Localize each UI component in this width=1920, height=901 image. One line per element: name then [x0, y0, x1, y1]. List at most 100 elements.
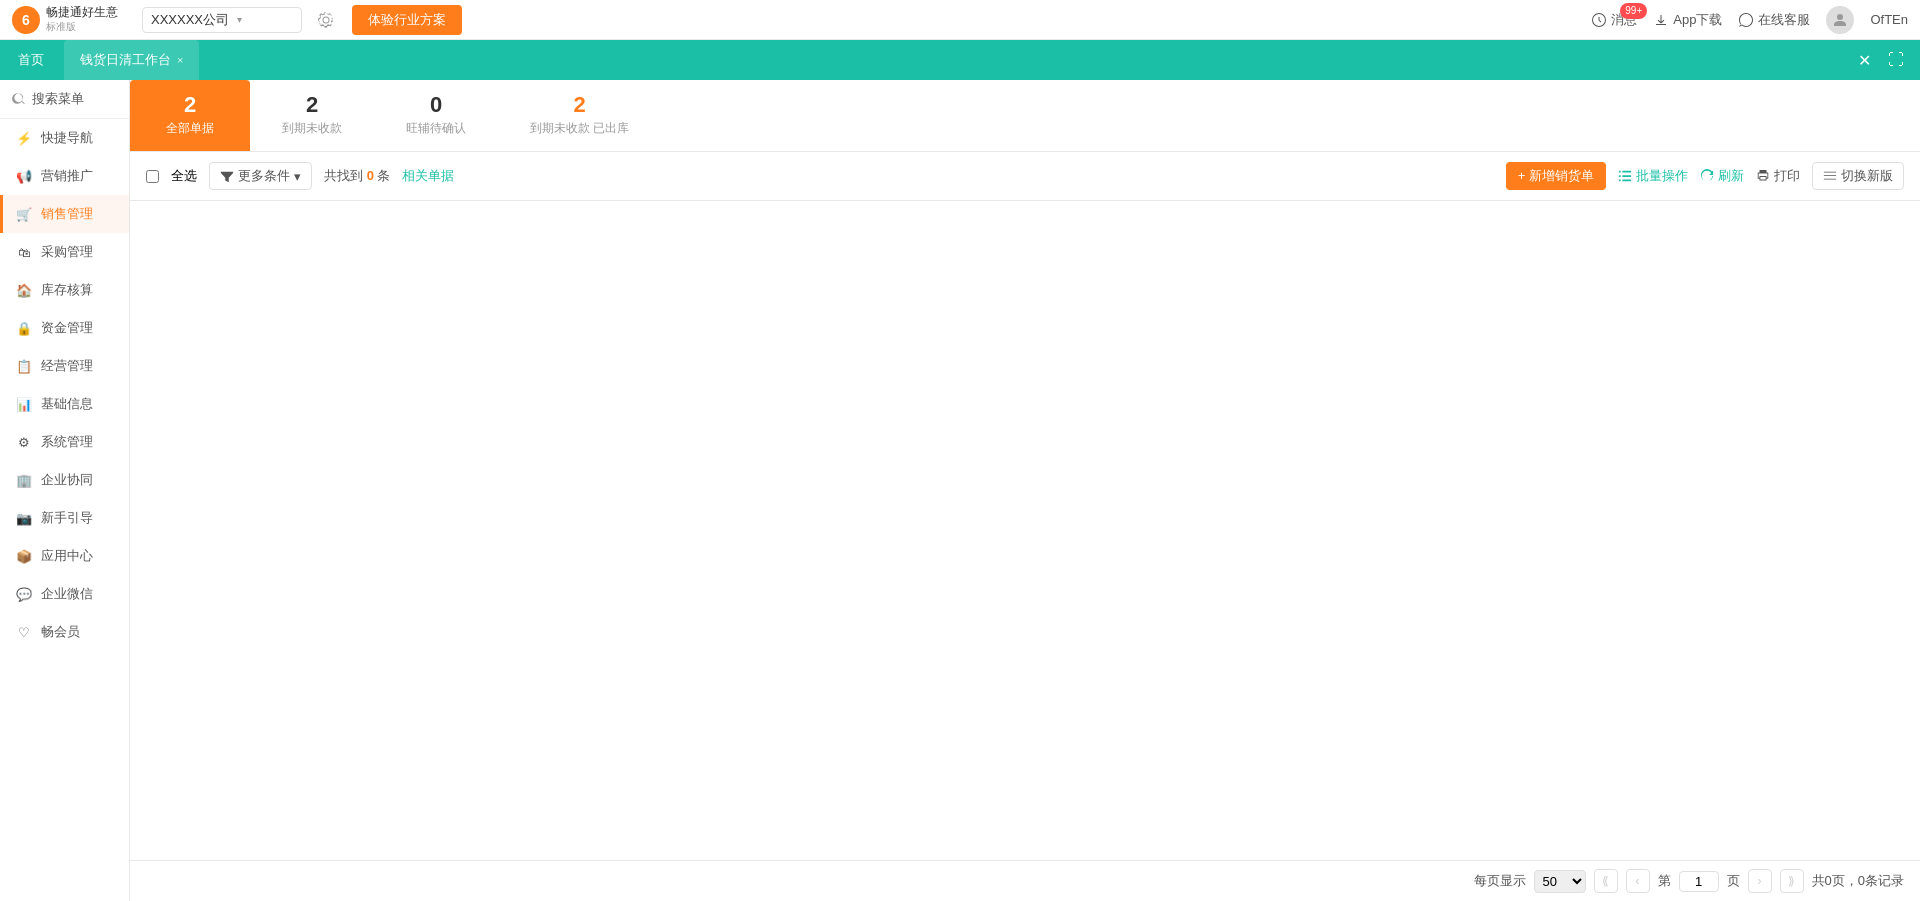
settings-button[interactable] [312, 6, 340, 34]
stat-tab-wangwang[interactable]: 0 旺辅待确认 [374, 80, 498, 151]
found-count: 0 [367, 168, 374, 183]
lightning-icon: ⚡ [15, 129, 33, 147]
sidebar-label-member: 畅会员 [41, 623, 80, 641]
stat-label-all: 全部单据 [166, 120, 214, 137]
logo-icon: 6 [12, 6, 40, 34]
tab-qinghuori[interactable]: 钱货日清工作台 × [64, 40, 199, 80]
guide-icon: 📷 [15, 509, 33, 527]
sidebar-item-apps[interactable]: 📦 应用中心 [0, 537, 129, 575]
sidebar-label-purchase: 采购管理 [41, 243, 93, 261]
page-label: 第 [1658, 872, 1671, 890]
sidebar-item-member[interactable]: ♡ 畅会员 [0, 613, 129, 651]
database-icon: 📊 [15, 395, 33, 413]
last-page-button[interactable]: ⟫ [1780, 869, 1804, 893]
sidebar-item-system[interactable]: ⚙ 系统管理 [0, 423, 129, 461]
related-records-link[interactable]: 相关单据 [402, 167, 454, 185]
print-label: 打印 [1774, 167, 1800, 185]
main-layout: 搜索菜单 ⚡ 快捷导航 📢 营销推广 🛒 销售管理 🛍 采购管理 🏠 库存核算 … [0, 80, 1920, 901]
sidebar-item-guide[interactable]: 📷 新手引导 [0, 499, 129, 537]
tab-label: 钱货日清工作台 [80, 51, 171, 69]
sidebar-item-finance[interactable]: 🔒 资金管理 [0, 309, 129, 347]
sidebar-item-marketing[interactable]: 📢 营销推广 [0, 157, 129, 195]
pagination-bar: 每页显示 50 100 200 ⟪ ‹ 第 1 页 › ⟫ 共0页，0条记录 [130, 860, 1920, 901]
chevron-down-icon: ▾ [237, 14, 242, 25]
select-all-checkbox[interactable] [146, 170, 159, 183]
stat-tab-overdue-unpaid[interactable]: 2 到期未收款 [250, 80, 374, 151]
sidebar-item-sales[interactable]: 🛒 销售管理 [0, 195, 129, 233]
sidebar-item-enterprise[interactable]: 🏢 企业协同 [0, 461, 129, 499]
sidebar-item-weixin[interactable]: 💬 企业微信 [0, 575, 129, 613]
page-size-select[interactable]: 50 100 200 [1534, 870, 1586, 893]
filter-button[interactable]: 更多条件 ▾ [209, 162, 312, 190]
tab-bar-actions: ✕ ⛶ [1852, 48, 1920, 72]
message-badge: 99+ [1620, 3, 1647, 19]
toolbar: 全选 更多条件 ▾ 共找到 0 条 相关单据 + 新增销货单 批量操作 [130, 152, 1920, 201]
system-icon: ⚙ [15, 433, 33, 451]
sidebar-label-inventory: 库存核算 [41, 281, 93, 299]
sidebar-item-inventory[interactable]: 🏠 库存核算 [0, 271, 129, 309]
message-button[interactable]: 消息 99+ [1591, 11, 1637, 29]
sidebar-item-quick-nav[interactable]: ⚡ 快捷导航 [0, 119, 129, 157]
warehouse-icon: 🏠 [15, 281, 33, 299]
logo-line2: 标准版 [46, 20, 118, 34]
sidebar-label-enterprise: 企业协同 [41, 471, 93, 489]
logo-line1: 畅捷通好生意 [46, 5, 118, 21]
page-number-input[interactable]: 1 [1679, 871, 1719, 892]
company-name: XXXXXX公司 [151, 11, 229, 29]
found-text: 共找到 0 条 [324, 167, 390, 185]
shopping-icon: 🛒 [15, 205, 33, 223]
sidebar-label-system: 系统管理 [41, 433, 93, 451]
main-content: 2 全部单据 2 到期未收款 0 旺辅待确认 2 到期未收款 已出库 全选 更多… [130, 80, 1920, 901]
close-window-button[interactable]: ✕ [1852, 48, 1876, 72]
sidebar-label-guide: 新手引导 [41, 509, 93, 527]
tab-bar: 首页 钱货日清工作台 × ✕ ⛶ [0, 40, 1920, 80]
sidebar-label-operation: 经营管理 [41, 357, 93, 375]
sidebar-label-weixin: 企业微信 [41, 585, 93, 603]
sidebar-search[interactable]: 搜索菜单 [0, 80, 129, 119]
enterprise-icon: 🏢 [15, 471, 33, 489]
sidebar-label-sales: 销售管理 [41, 205, 93, 223]
stat-num-wangwang: 0 [430, 92, 442, 118]
stat-tab-all[interactable]: 2 全部单据 [130, 80, 250, 151]
app-download-button[interactable]: App下载 [1653, 11, 1722, 29]
cart-icon: 🛍 [15, 243, 33, 261]
online-service-button[interactable]: 在线客服 [1738, 11, 1810, 29]
avatar[interactable] [1826, 6, 1854, 34]
tab-home[interactable]: 首页 [0, 40, 62, 80]
member-icon: ♡ [15, 623, 33, 641]
company-selector[interactable]: XXXXXX公司 ▾ [142, 7, 302, 33]
stat-num-all: 2 [184, 92, 196, 118]
print-button[interactable]: 打印 [1756, 167, 1800, 185]
batch-label: 批量操作 [1636, 167, 1688, 185]
page-suffix: 页 [1727, 872, 1740, 890]
add-sale-button[interactable]: + 新增销货单 [1506, 162, 1606, 190]
sidebar-label-apps: 应用中心 [41, 547, 93, 565]
next-page-button[interactable]: › [1748, 869, 1772, 893]
refresh-label: 刷新 [1718, 167, 1744, 185]
top-right-area: 消息 99+ App下载 在线客服 OfTEn [1591, 6, 1908, 34]
stat-label-overdue-unpaid: 到期未收款 [282, 120, 342, 137]
maximize-button[interactable]: ⛶ [1884, 48, 1908, 72]
logo-area: 6 畅捷通好生意 标准版 [12, 5, 142, 35]
sidebar-item-purchase[interactable]: 🛍 采购管理 [0, 233, 129, 271]
batch-operation-button[interactable]: 批量操作 [1618, 167, 1688, 185]
refresh-button[interactable]: 刷新 [1700, 167, 1744, 185]
prev-page-button[interactable]: ‹ [1626, 869, 1650, 893]
sidebar: 搜索菜单 ⚡ 快捷导航 📢 营销推广 🛒 销售管理 🛍 采购管理 🏠 库存核算 … [0, 80, 130, 901]
sidebar-item-operation[interactable]: 📋 经营管理 [0, 347, 129, 385]
money-icon: 🔒 [15, 319, 33, 337]
switch-version-button[interactable]: 切换新版 [1812, 162, 1904, 190]
top-bar: 6 畅捷通好生意 标准版 XXXXXX公司 ▾ 体验行业方案 消息 99+ Ap… [0, 0, 1920, 40]
sidebar-item-base[interactable]: 📊 基础信息 [0, 385, 129, 423]
trial-button[interactable]: 体验行业方案 [352, 5, 462, 35]
table-area [130, 201, 1920, 860]
total-info: 共0页，0条记录 [1812, 872, 1904, 890]
stat-num-overdue-unshipped: 2 [574, 92, 586, 118]
close-tab-icon[interactable]: × [177, 54, 183, 66]
stat-tab-overdue-unshipped[interactable]: 2 到期未收款 已出库 [498, 80, 661, 151]
filter-label: 更多条件 [238, 167, 290, 185]
apps-icon: 📦 [15, 547, 33, 565]
filter-chevron-icon: ▾ [294, 169, 301, 184]
sidebar-label-base: 基础信息 [41, 395, 93, 413]
first-page-button[interactable]: ⟪ [1594, 869, 1618, 893]
